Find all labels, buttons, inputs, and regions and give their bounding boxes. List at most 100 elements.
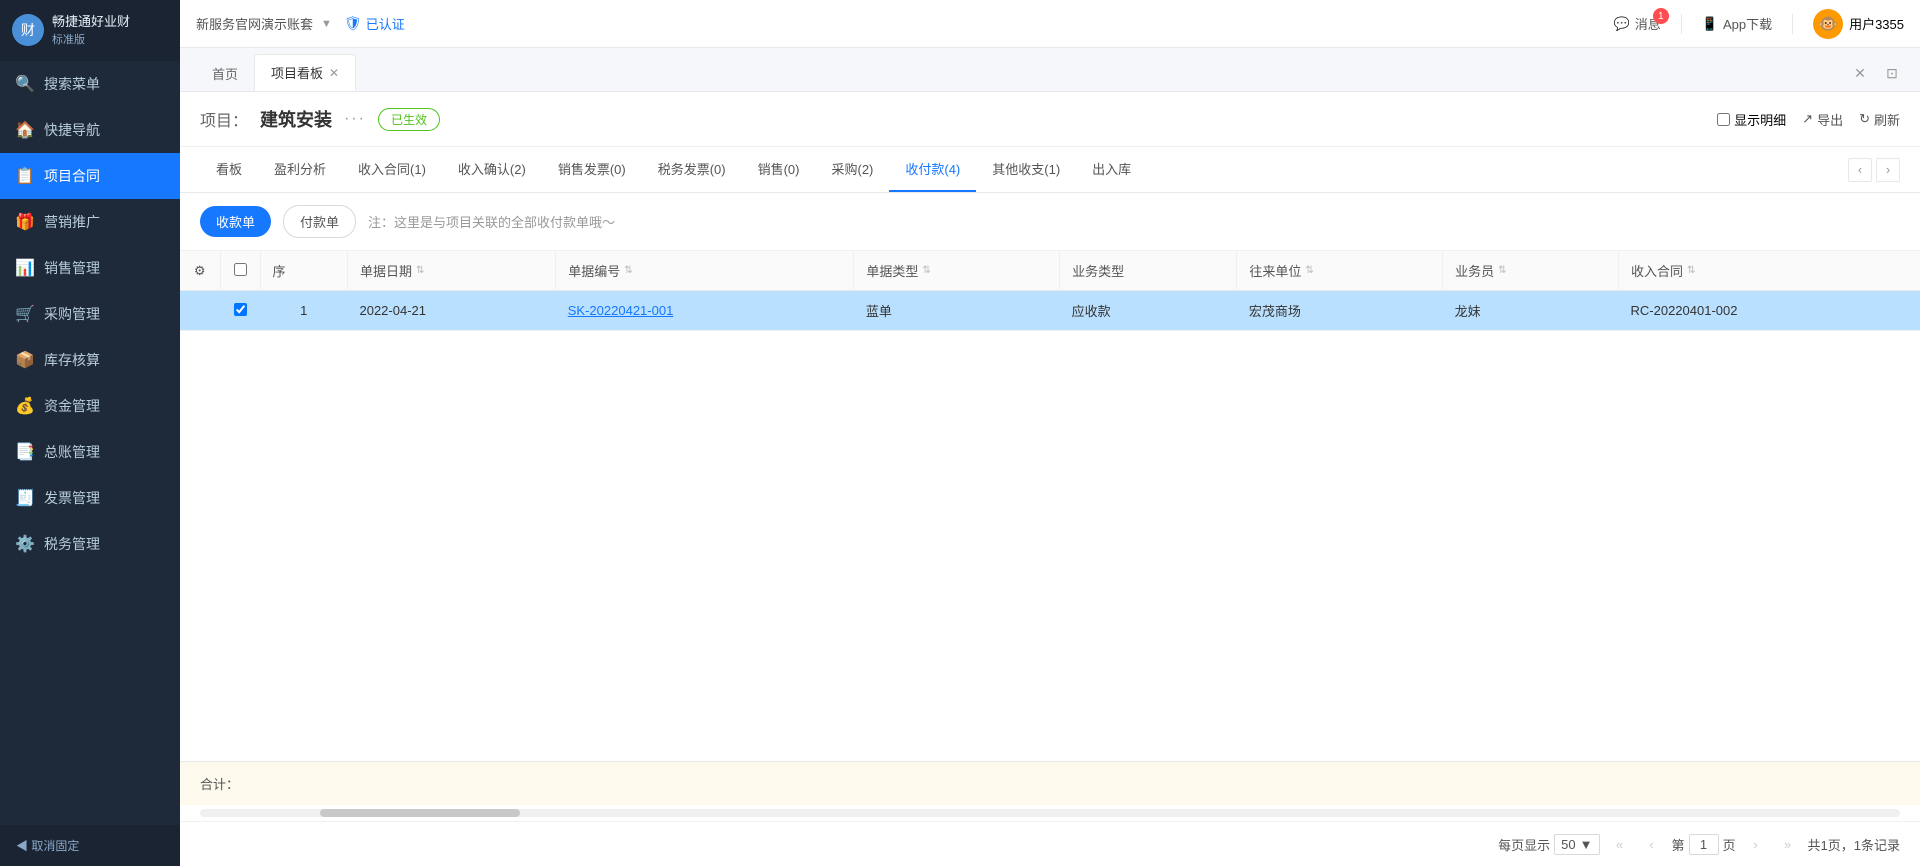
th-biztype-label: 业务类型 [1072,264,1124,279]
sidebar: 财 畅捷通好业财 标准版 🔍 搜索菜单 🏠 快捷导航 📋 项目合同 🎁 营销推广… [0,0,180,866]
account-selector[interactable]: 新服务官网演示账套 ▼ [196,14,332,33]
logo-subtitle: 标准版 [52,31,130,47]
sort-icon5: ⇅ [1498,265,1506,276]
subtab-tax-invoice[interactable]: 税务发票(0) [642,147,742,192]
app-download-label: App下载 [1723,14,1772,33]
sidebar-item-tax[interactable]: ⚙️ 税务管理 [0,521,180,567]
project-header: 项目： 建筑安装 ··· 已生效 显示明细 ↗ 导出 ↻ 刷新 [180,92,1920,147]
more-options-icon[interactable]: ··· [344,110,366,128]
th-doctype-sortable[interactable]: 单据类型 ⇅ [866,261,1047,280]
box-icon: 📦 [16,351,34,369]
prev-page-btn[interactable]: ‹ [1640,832,1664,856]
sidebar-item-marketing[interactable]: 🎁 营销推广 [0,199,180,245]
close-tab-icon[interactable]: ✕ [329,66,339,80]
project-actions: 显示明细 ↗ 导出 ↻ 刷新 [1717,110,1900,129]
account-name: 新服务官网演示账套 [196,14,313,33]
th-date-sortable[interactable]: 单据日期 ⇅ [360,261,543,280]
th-doctype-label: 单据类型 [866,261,918,280]
th-partner: 往来单位 ⇅ [1237,251,1443,291]
sidebar-item-quicknav[interactable]: 🏠 快捷导航 [0,107,180,153]
page-size-box[interactable]: 50 ▼ [1554,834,1599,855]
home-icon: 🏠 [16,121,34,139]
ledger-icon: 📑 [16,443,34,461]
th-settings: ⚙ [180,251,220,291]
sidebar-item-purchase[interactable]: 🛒 采购管理 [0,291,180,337]
maximize-window-btn[interactable]: ⊡ [1880,61,1904,85]
sidebar-item-funds[interactable]: 💰 资金管理 [0,383,180,429]
select-all-checkbox[interactable] [234,263,247,276]
scrollbar-track [200,809,1900,817]
th-salesman-sortable[interactable]: 业务员 ⇅ [1455,261,1606,280]
subtab-sales-invoice[interactable]: 销售发票(0) [542,147,642,192]
user-menu[interactable]: 🐵 用户3355 [1813,9,1904,39]
logo-icon: 财 [12,14,44,46]
sidebar-item-sales[interactable]: 📊 销售管理 [0,245,180,291]
subtab-other-income[interactable]: 其他收支(1) [976,147,1076,192]
td-settings [180,291,220,331]
last-page-btn[interactable]: » [1776,832,1800,856]
td-doc-no: SK-20220421-001 [556,291,854,331]
td-checkbox [220,291,260,331]
sidebar-item-label: 库存核算 [44,350,100,370]
subtab-income-contract[interactable]: 收入合同(1) [342,147,442,192]
row-checkbox[interactable] [234,303,247,316]
sidebar-item-label: 采购管理 [44,304,100,324]
th-partner-sortable[interactable]: 往来单位 ⇅ [1249,261,1430,280]
sidebar-item-ledger[interactable]: 📑 总账管理 [0,429,180,475]
export-btn[interactable]: ↗ 导出 [1802,110,1843,129]
app-download-btn[interactable]: 📱 App下载 [1702,14,1772,33]
sidebar-item-label: 快捷导航 [44,120,100,140]
first-page-btn[interactable]: « [1608,832,1632,856]
sidebar-item-search[interactable]: 🔍 搜索菜单 [0,61,180,107]
search-icon: 🔍 [16,75,34,93]
receipt-filter-btn[interactable]: 收款单 [200,206,271,237]
project-label: 项目： [200,107,248,131]
tab-home[interactable]: 首页 [196,56,254,91]
refresh-btn[interactable]: ↻ 刷新 [1859,110,1900,129]
subtab-profit[interactable]: 盈利分析 [258,147,342,192]
sidebar-item-label: 税务管理 [44,534,100,554]
subtab-inout[interactable]: 出入库 [1076,147,1147,192]
message-btn[interactable]: 💬 消息 1 [1614,14,1661,33]
sidebar-item-project[interactable]: 📋 项目合同 [0,153,180,199]
sales-icon: 📊 [16,259,34,277]
logo-title: 畅捷通好业财 [52,14,130,31]
phone-icon: 📱 [1702,16,1718,32]
invoice-icon: 🧾 [16,489,34,507]
close-window-btn[interactable]: ✕ [1848,61,1872,85]
table-row[interactable]: 1 2022-04-21 SK-20220421-001 蓝单 应收款 [180,291,1920,331]
sidebar-item-inventory[interactable]: 📦 库存核算 [0,337,180,383]
doc-no-link[interactable]: SK-20220421-001 [568,303,674,318]
th-biz-type: 业务类型 [1060,251,1237,291]
th-incomecontract-label: 收入合同 [1631,261,1683,280]
td-doc-type: 蓝单 [854,291,1060,331]
data-table: ⚙ 序 单据日期 ⇅ [180,251,1920,331]
scrollbar-thumb[interactable] [320,809,520,817]
subtab-nav: ‹ › [1848,158,1900,182]
sidebar-item-invoice[interactable]: 🧾 发票管理 [0,475,180,521]
sidebar-unpin[interactable]: ◀ 取消固定 [0,825,180,866]
th-incomecontract-sortable[interactable]: 收入合同 ⇅ [1631,261,1908,280]
subtab-board[interactable]: 看板 [200,147,258,192]
show-detail-checkbox[interactable] [1717,113,1730,126]
sidebar-logo: 财 畅捷通好业财 标准版 [0,0,180,61]
tab-project-board[interactable]: 项目看板 ✕ [254,54,356,91]
sidebar-item-label: 总账管理 [44,442,100,462]
page-size-chevron-icon: ▼ [1580,837,1593,852]
settings-icon[interactable]: ⚙ [194,263,206,278]
th-docno-sortable[interactable]: 单据编号 ⇅ [568,261,841,280]
subtab-next-btn[interactable]: › [1876,158,1900,182]
avatar: 🐵 [1813,9,1843,39]
verified-label: 已认证 [366,14,405,33]
payment-filter-btn[interactable]: 付款单 [283,205,356,238]
subtab-income-confirm[interactable]: 收入确认(2) [442,147,542,192]
show-detail-checkbox-wrapper[interactable]: 显示明细 [1717,110,1786,129]
subtab-purchase[interactable]: 采购(2) [815,147,889,192]
subtab-prev-btn[interactable]: ‹ [1848,158,1872,182]
sidebar-scroll: 🔍 搜索菜单 🏠 快捷导航 📋 项目合同 🎁 营销推广 📊 销售管理 🛒 采购管… [0,61,180,825]
page-number: 1 [1689,834,1719,855]
next-page-btn[interactable]: › [1744,832,1768,856]
subtab-payment[interactable]: 收付款(4) [889,147,976,192]
subtab-sales[interactable]: 销售(0) [742,147,816,192]
th-docno-label: 单据编号 [568,261,620,280]
